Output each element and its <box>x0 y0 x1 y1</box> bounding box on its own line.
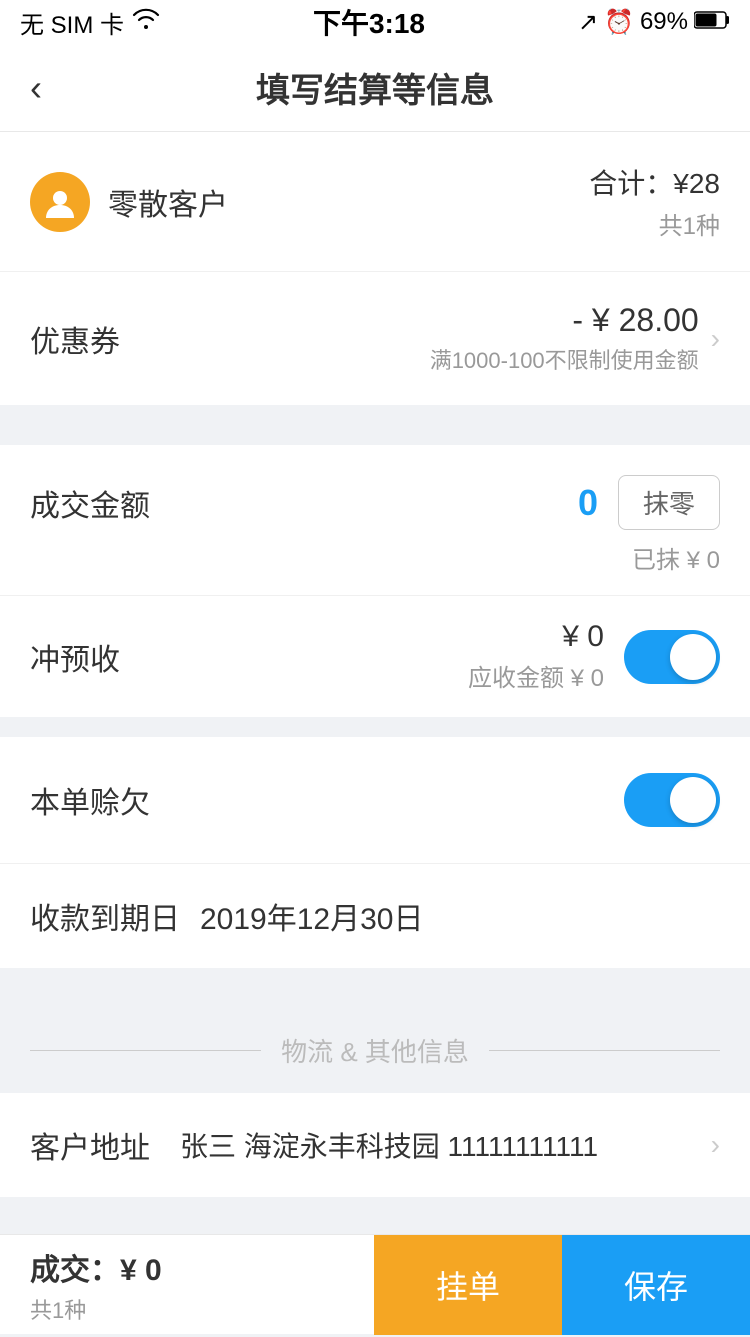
deal-right: 0 抹零 <box>558 475 720 530</box>
battery-icon <box>694 8 730 36</box>
address-section: 客户地址 张三 海淀永丰科技园 11111111111 › <box>0 1093 750 1197</box>
arrears-toggle[interactable] <box>624 773 720 827</box>
customer-total: 合计：¥28 <box>589 162 720 202</box>
save-button[interactable]: 保存 <box>562 1235 750 1335</box>
deal-section: 成交金额 0 抹零 已抹 ¥ 0 冲预收 ¥ 0 应收金额 ¥ 0 <box>0 445 750 717</box>
bottom-deal-value: ¥ 0 <box>120 1254 162 1287</box>
coupon-discount: - ¥ 28.00 <box>430 302 699 339</box>
customer-summary: 合计：¥28 共1种 <box>589 162 720 241</box>
prepayment-amount: ¥ 0 <box>468 620 604 654</box>
deal-sub-text: 已抹 ¥ 0 <box>0 540 750 595</box>
customer-name: 零散客户 <box>108 180 228 224</box>
arrears-row: 本单赊欠 <box>0 737 750 863</box>
customer-count: 共1种 <box>589 206 720 241</box>
back-button[interactable]: ‹ <box>30 67 42 109</box>
bottom-deal-label: 成交： <box>30 1254 120 1287</box>
due-date-label: 收款到期日 <box>30 894 180 938</box>
divider-2 <box>0 717 750 737</box>
coupon-right: - ¥ 28.00 满1000-100不限制使用金额 › <box>430 302 720 375</box>
content: 零散客户 合计：¥28 共1种 优惠券 - ¥ 28.00 满1000-100不… <box>0 132 750 1337</box>
prepayment-amounts: ¥ 0 应收金额 ¥ 0 <box>468 620 604 693</box>
prepayment-sub: 应收金额 ¥ 0 <box>468 658 604 693</box>
logistics-divider: 物流 & 其他信息 <box>0 1008 750 1093</box>
status-time: 下午3:18 <box>313 2 425 42</box>
no-sim-label: 无 SIM 卡 <box>20 5 124 40</box>
arrears-toggle-knob <box>670 777 716 823</box>
customer-row: 零散客户 合计：¥28 共1种 <box>0 132 750 271</box>
divider-3 <box>0 988 750 1008</box>
address-chevron-icon: › <box>711 1129 720 1161</box>
due-date-value: 2019年12月30日 <box>200 894 423 938</box>
arrears-section: 本单赊欠 收款到期日 2019年12月30日 <box>0 737 750 968</box>
chevron-right-icon: › <box>711 323 720 355</box>
coupon-label: 优惠券 <box>30 317 120 361</box>
alarm-icon: ⏰ <box>604 8 634 37</box>
logistics-label: 物流 & 其他信息 <box>281 1032 469 1069</box>
round-button[interactable]: 抹零 <box>618 475 720 530</box>
deal-amount-row: 成交金额 0 抹零 <box>0 445 750 540</box>
logistics-section: 物流 & 其他信息 <box>0 1008 750 1093</box>
due-date-row[interactable]: 收款到期日 2019年12月30日 <box>0 863 750 968</box>
status-right: ↗ ⏰ 69% <box>578 8 730 37</box>
bottom-count: 共1种 <box>30 1293 344 1325</box>
customer-left: 零散客户 <box>30 172 228 232</box>
nav-bar: ‹ 填写结算等信息 <box>0 44 750 132</box>
address-row[interactable]: 客户地址 张三 海淀永丰科技园 11111111111 › <box>0 1093 750 1197</box>
customer-section: 零散客户 合计：¥28 共1种 优惠券 - ¥ 28.00 满1000-100不… <box>0 132 750 405</box>
bottom-deal-row: 成交：¥ 0 <box>30 1245 344 1289</box>
prepayment-toggle[interactable] <box>624 630 720 684</box>
location-icon: ↗ <box>578 8 598 37</box>
address-value: 张三 海淀永丰科技园 11111111111 <box>180 1125 711 1165</box>
deal-amount-label: 成交金额 <box>30 481 150 525</box>
page-title: 填写结算等信息 <box>256 63 494 112</box>
bottom-summary: 成交：¥ 0 共1种 <box>0 1245 374 1325</box>
status-bar: 无 SIM 卡 下午3:18 ↗ ⏰ 69% <box>0 0 750 44</box>
wifi-icon <box>132 8 160 37</box>
coupon-row[interactable]: 优惠券 - ¥ 28.00 满1000-100不限制使用金额 › <box>0 271 750 405</box>
coupon-info: - ¥ 28.00 满1000-100不限制使用金额 <box>430 302 699 375</box>
coupon-desc: 满1000-100不限制使用金额 <box>430 343 699 375</box>
divider-1 <box>0 425 750 445</box>
deal-amount-value: 0 <box>558 482 598 524</box>
hang-button[interactable]: 挂单 <box>374 1235 562 1335</box>
prepayment-label: 冲预收 <box>30 635 120 679</box>
status-left: 无 SIM 卡 <box>20 5 160 40</box>
prepayment-toggle-knob <box>670 634 716 680</box>
address-label: 客户地址 <box>30 1123 150 1167</box>
bottom-bar: 成交：¥ 0 共1种 挂单 保存 <box>0 1234 750 1334</box>
customer-avatar <box>30 172 90 232</box>
battery-label: 69% <box>640 8 688 36</box>
arrears-label: 本单赊欠 <box>30 778 150 822</box>
prepayment-row: 冲预收 ¥ 0 应收金额 ¥ 0 <box>0 595 750 717</box>
prepayment-right: ¥ 0 应收金额 ¥ 0 <box>468 620 720 693</box>
